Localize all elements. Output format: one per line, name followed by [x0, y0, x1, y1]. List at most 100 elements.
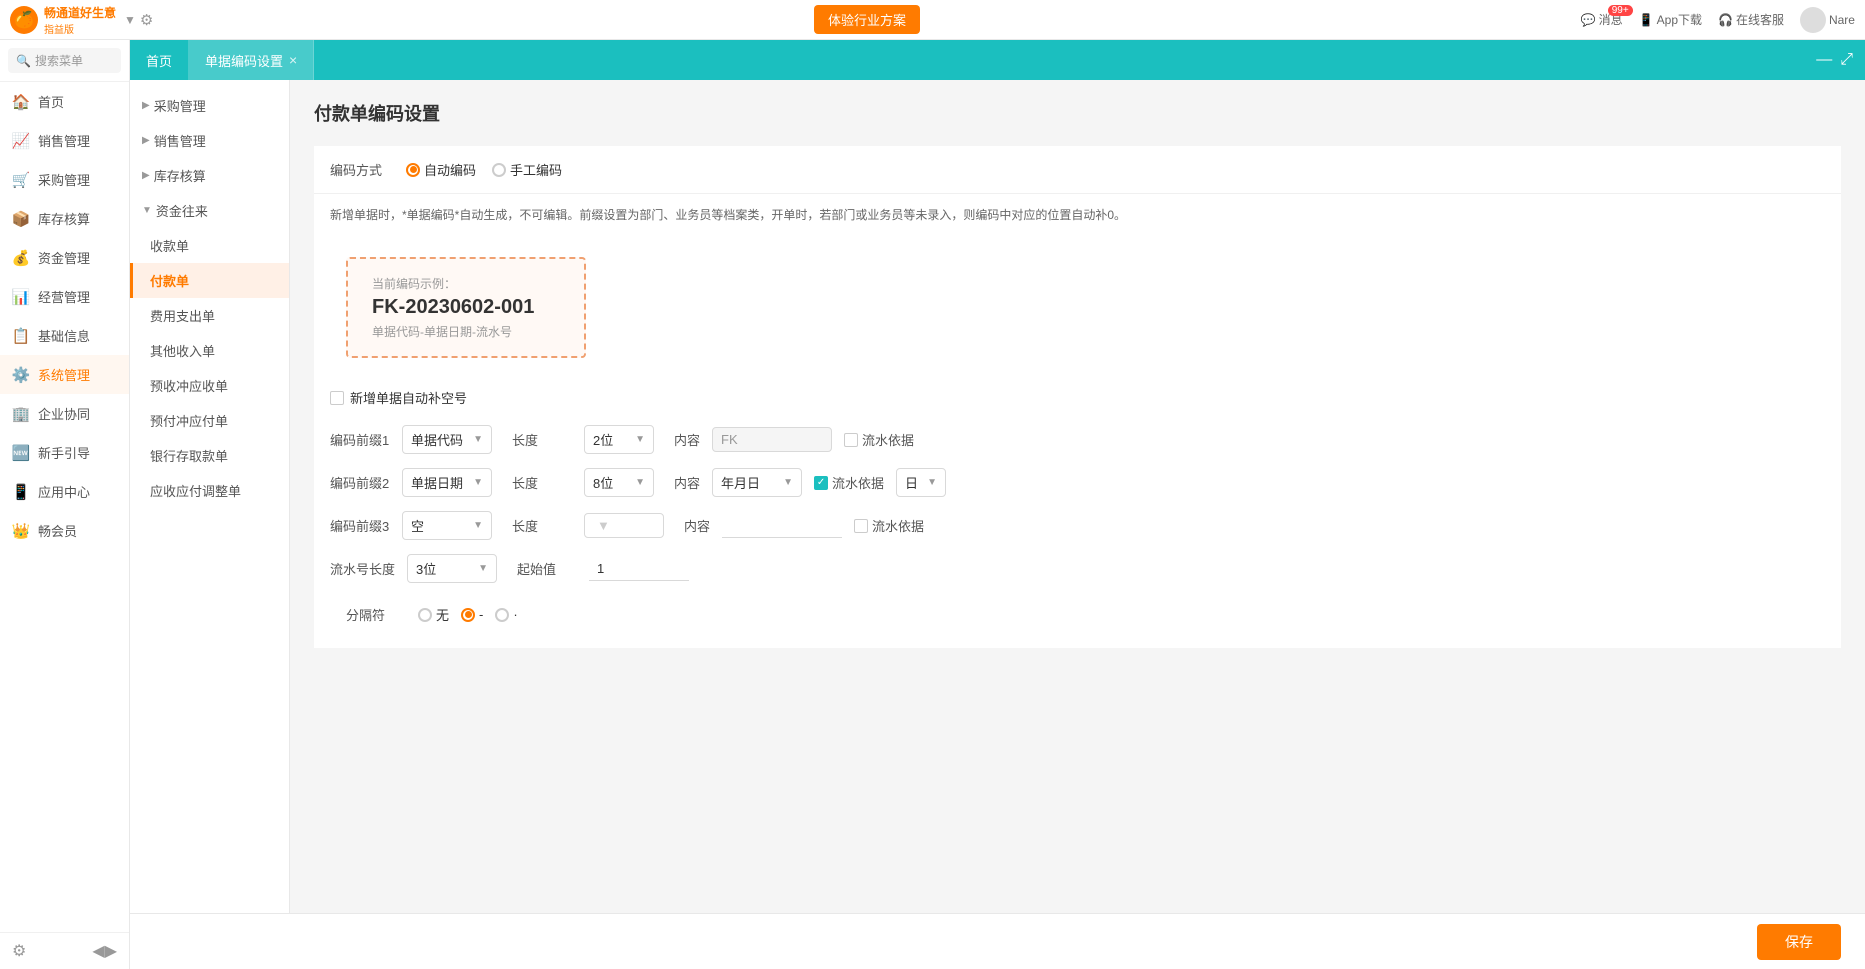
app-download-item[interactable]: 📱 App下载 [1639, 11, 1702, 28]
logo: 🍊 畅通道好生意 指益版 [10, 4, 116, 36]
industry-button[interactable]: 体验行业方案 [814, 5, 920, 34]
prefix3-row: 编码前缀3 空 ▼ 长度 ▼ 内容 [330, 511, 1825, 540]
sub-nav-item-adjust[interactable]: 应收应付调整单 [130, 473, 289, 508]
length3-select[interactable]: ▼ [584, 513, 664, 538]
sidebar-item-finance[interactable]: 💰 资金管理 [0, 238, 129, 277]
sub-nav-group-finance-title[interactable]: ▼ 资金往来 [130, 193, 289, 228]
logo-text: 畅通道好生意 指益版 [44, 4, 116, 36]
content2-arrow-icon: ▼ [783, 477, 793, 488]
operation-icon: 📊 [12, 288, 30, 306]
sub-nav-item-advance-receive[interactable]: 预收冲应收单 [130, 368, 289, 403]
start-value-input[interactable] [589, 557, 689, 581]
sep-dot-circle [495, 608, 509, 622]
sub-nav-item-payment[interactable]: 付款单 [130, 263, 289, 298]
enterprise-icon: 🏢 [12, 405, 30, 423]
sep-dot-radio[interactable]: · [495, 607, 517, 622]
prefix2-arrow-icon: ▼ [473, 477, 483, 488]
start-value-label: 起始值 [517, 559, 577, 578]
sidebar-nav: 🏠 首页 📈 销售管理 🛒 采购管理 📦 库存核算 💰 资金管理 📊 经营管理 … [0, 82, 129, 932]
sidebar: 🔍 搜索菜单 🏠 首页 📈 销售管理 🛒 采购管理 📦 库存核算 💰 资金管理 … [0, 40, 130, 969]
save-button[interactable]: 保存 [1757, 924, 1841, 960]
top-bar: 🍊 畅通道好生意 指益版 ▼ ⚙ 体验行业方案 💬 消息 99+ 📱 App下载… [0, 0, 1865, 40]
sub-nav-item-bank-deposit[interactable]: 银行存取款单 [130, 438, 289, 473]
arrow-right-icon: ▶ [142, 170, 150, 181]
sidebar-item-home[interactable]: 🏠 首页 [0, 82, 129, 121]
preview-desc: 单据代码-单据日期-流水号 [372, 323, 560, 340]
sidebar-item-appstore[interactable]: 📱 应用中心 [0, 472, 129, 511]
sep-none-radio[interactable]: 无 [418, 605, 449, 624]
logo-icon: 🍊 [10, 6, 38, 34]
sidebar-item-enterprise[interactable]: 🏢 企业协同 [0, 394, 129, 433]
sub-nav-group-sales-title[interactable]: ▶ 销售管理 [130, 123, 289, 158]
finance-icon: 💰 [12, 249, 30, 267]
length1-value: 2位 [593, 430, 613, 449]
serial-length-value: 3位 [416, 559, 436, 578]
sidebar-item-operation[interactable]: 📊 经营管理 [0, 277, 129, 316]
page-title: 付款单编码设置 [314, 100, 1841, 126]
length1-select[interactable]: 2位 ▼ [584, 425, 654, 454]
serial-length-select[interactable]: 3位 ▼ [407, 554, 497, 583]
sidebar-item-sales[interactable]: 📈 销售管理 [0, 121, 129, 160]
nav-dropdown-arrow[interactable]: ▼ [124, 13, 136, 27]
prefix1-label: 编码前缀1 [330, 430, 390, 449]
tab-expand-icon[interactable]: ⤢ [1840, 51, 1853, 69]
length2-select[interactable]: 8位 ▼ [584, 468, 654, 497]
main-area: 首页 单据编码设置 × — ⤢ ▶ 采购管理 ▶ 销售管理 [130, 40, 1865, 969]
member-icon: 👑 [12, 522, 30, 540]
sub-nav-item-other-income[interactable]: 其他收入单 [130, 333, 289, 368]
flow3-checkbox-group: 流水依据 [854, 516, 924, 535]
prefix3-select[interactable]: 空 ▼ [402, 511, 492, 540]
content2-select[interactable]: 年月日 ▼ [712, 468, 802, 497]
preview-box: 当前编码示例： FK-20230602-001 单据代码-单据日期-流水号 [346, 257, 586, 358]
sidebar-item-member[interactable]: 👑 畅会员 [0, 511, 129, 550]
search-menu-box[interactable]: 🔍 搜索菜单 [8, 48, 121, 73]
sub-nav-item-expense[interactable]: 费用支出单 [130, 298, 289, 333]
sep-dash-radio[interactable]: - [461, 607, 483, 622]
tab-home[interactable]: 首页 [130, 40, 189, 80]
online-service-item[interactable]: 🎧 在线客服 [1718, 11, 1784, 28]
flow2-checkbox[interactable]: ✓ [814, 476, 828, 490]
sub-nav-item-receive[interactable]: 收款单 [130, 228, 289, 263]
prefix1-arrow-icon: ▼ [473, 434, 483, 445]
manual-code-radio[interactable]: 手工编码 [492, 160, 562, 179]
user-item[interactable]: Nare [1800, 7, 1855, 33]
message-badge: 99+ [1608, 5, 1633, 16]
manual-code-radio-circle [492, 163, 506, 177]
auto-code-radio[interactable]: 自动编码 [406, 160, 476, 179]
serial-length-label: 流水号长度 [330, 559, 395, 578]
sidebar-item-basic[interactable]: 📋 基础信息 [0, 316, 129, 355]
sidebar-item-system[interactable]: ⚙️ 系统管理 [0, 355, 129, 394]
settings-bottom-icon[interactable]: ⚙ [12, 941, 26, 961]
settings-icon[interactable]: ⚙ [140, 11, 153, 29]
flow2-cycle-select[interactable]: 日 ▼ [896, 468, 946, 497]
sub-nav-group-inventory-title[interactable]: ▶ 库存核算 [130, 158, 289, 193]
top-bar-center: 体验行业方案 [814, 5, 920, 34]
collapse-icon[interactable]: ◀▶ [92, 941, 117, 961]
prefix2-select[interactable]: 单据日期 ▼ [402, 468, 492, 497]
prefix1-select[interactable]: 单据代码 ▼ [402, 425, 492, 454]
content2-value: 年月日 [721, 473, 760, 492]
sub-nav-group-finance: ▼ 资金往来 收款单 付款单 费用支出单 其他收入单 预收冲应收单 预付冲应付单… [130, 193, 289, 508]
tab-encoding[interactable]: 单据编码设置 × [189, 40, 314, 80]
flow3-checkbox[interactable] [854, 519, 868, 533]
content1-input[interactable] [712, 427, 832, 452]
sidebar-item-inventory[interactable]: 📦 库存核算 [0, 199, 129, 238]
tab-close-icon[interactable]: × [289, 52, 297, 68]
sidebar-item-guide[interactable]: 🆕 新手引导 [0, 433, 129, 472]
serial-length-arrow-icon: ▼ [478, 563, 488, 574]
prefix2-label: 编码前缀2 [330, 473, 390, 492]
sidebar-item-purchase[interactable]: 🛒 采购管理 [0, 160, 129, 199]
message-item[interactable]: 💬 消息 99+ [1581, 11, 1623, 28]
sidebar-bottom: ⚙ ◀▶ [0, 932, 129, 969]
purchase-icon: 🛒 [12, 171, 30, 189]
tab-minimize-icon[interactable]: — [1816, 51, 1832, 69]
flow1-checkbox[interactable] [844, 433, 858, 447]
sub-nav-item-advance-pay[interactable]: 预付冲应付单 [130, 403, 289, 438]
auto-fill-checkbox[interactable] [330, 391, 344, 405]
sub-nav-group-purchase-title[interactable]: ▶ 采购管理 [130, 88, 289, 123]
page-content: 付款单编码设置 编码方式 自动编码 手工编码 [290, 80, 1865, 969]
content3-input[interactable] [722, 514, 842, 538]
sep-label: 分隔符 [346, 605, 406, 624]
app-download-icon: 📱 [1639, 13, 1654, 27]
sales-icon: 📈 [12, 132, 30, 150]
